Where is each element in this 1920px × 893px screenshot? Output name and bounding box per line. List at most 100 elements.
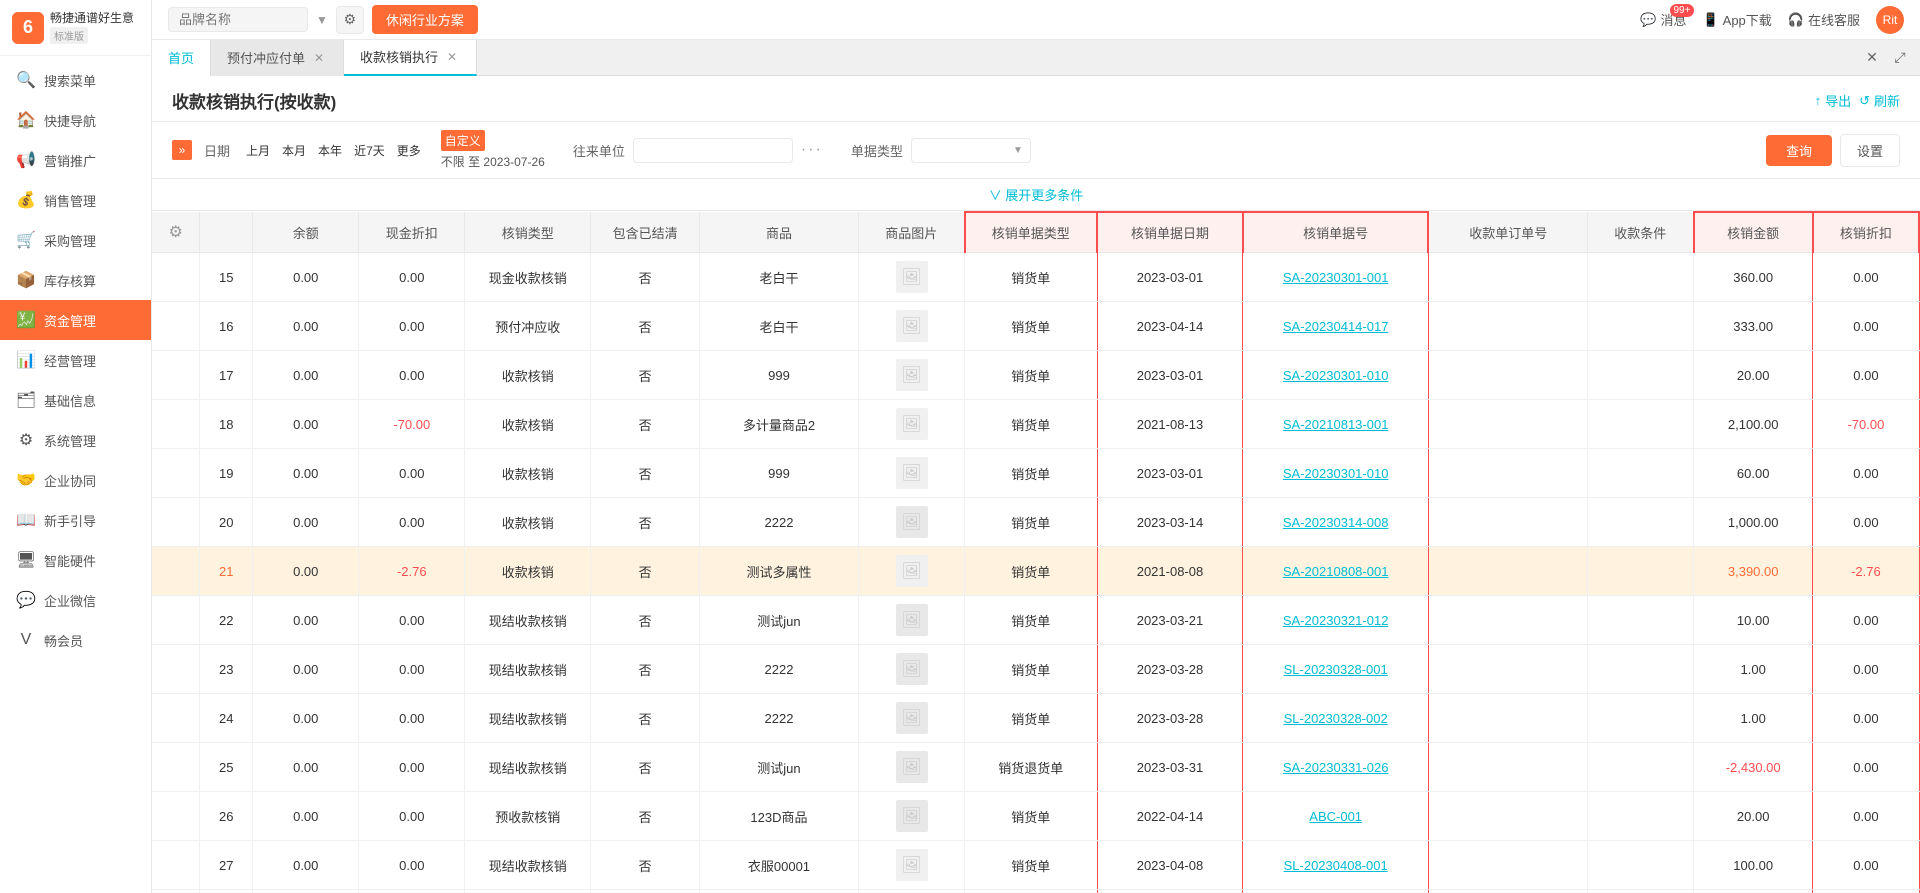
cell-balance: 0.00 — [253, 253, 359, 302]
cell-cancel_amount: 2,100.00 — [1694, 400, 1813, 449]
tab-prepay[interactable]: 预付冲应付单 ✕ — [211, 40, 344, 76]
cell-cancel_amount: 60.00 — [1694, 449, 1813, 498]
cell-cancel_amount: 100.00 — [1694, 890, 1813, 893]
cell-goods_img: 🖼 — [859, 498, 965, 547]
bill-no-link[interactable]: SA-20230414-017 — [1283, 319, 1389, 334]
expand-conditions-btn[interactable]: ∨ 展开更多条件 — [989, 185, 1084, 204]
dropdown-arrow[interactable]: ▼ — [316, 13, 328, 27]
table-row: 180.00-70.00收款核销否多计量商品2🖼销货单2021-08-13SA-… — [152, 400, 1919, 449]
message-badge: 99+ — [1670, 4, 1695, 17]
bill-no-link[interactable]: SA-20230321-012 — [1283, 613, 1389, 628]
cell-cash_discount: 0.00 — [359, 449, 465, 498]
cell-goods_img: 🖼 — [859, 449, 965, 498]
brand-input[interactable] — [168, 7, 308, 32]
sidebar-item-system[interactable]: ⚙系统管理 — [0, 420, 151, 460]
app-download-btn[interactable]: 📱 App下载 — [1702, 10, 1771, 29]
setting-button[interactable]: 设置 — [1840, 134, 1900, 167]
cell-goods: 123D商品 — [699, 792, 858, 841]
cell-bill_date: 2023-04-18 — [1097, 890, 1243, 893]
refresh-button[interactable]: ↺ 刷新 — [1859, 91, 1900, 110]
cell-bill_date: 2021-08-08 — [1097, 547, 1243, 596]
bill-no-link[interactable]: SL-20230408-001 — [1284, 858, 1388, 873]
date-btn-本月[interactable]: 本月 — [278, 140, 310, 161]
bill-no-link[interactable]: SA-20210808-001 — [1283, 564, 1389, 579]
user-avatar[interactable]: Rit — [1876, 6, 1904, 34]
cell-bill_type: 销货单 — [965, 645, 1098, 694]
date-btn-本年[interactable]: 本年 — [314, 140, 346, 161]
close-window-btn[interactable]: ✕ — [1860, 46, 1884, 70]
tab-close-prepay[interactable]: ✕ — [311, 50, 327, 66]
bill-no-link[interactable]: SA-20210813-001 — [1283, 417, 1389, 432]
service-btn[interactable]: 🎧 在线客服 — [1788, 10, 1860, 29]
sidebar-item-purchase[interactable]: 🛒采购管理 — [0, 220, 151, 260]
cell-included_settled: 否 — [591, 351, 700, 400]
query-button[interactable]: 查询 — [1766, 135, 1832, 166]
sidebar-item-base[interactable]: 🗂基础信息 — [0, 380, 151, 420]
col-header-cancel_type: 核销类型 — [465, 212, 591, 253]
sales-icon: 💰 — [16, 190, 36, 210]
bill-no-link[interactable]: SA-20230301-010 — [1283, 466, 1389, 481]
sidebar-item-quick-nav[interactable]: 🏠快捷导航 — [0, 100, 151, 140]
counterpart-dots[interactable]: ··· — [801, 141, 823, 159]
cell-goods: 测试jun — [699, 743, 858, 792]
cell-settings — [152, 253, 200, 302]
sidebar-item-hardware[interactable]: 🖥智能硬件 — [0, 540, 151, 580]
sidebar-item-operation[interactable]: 📊经营管理 — [0, 340, 151, 380]
cell-goods_img: 🖼 — [859, 547, 965, 596]
marketing-icon: 📢 — [16, 150, 36, 170]
bill-no-link[interactable]: ABC-001 — [1309, 809, 1362, 824]
counterpart-input[interactable] — [633, 138, 793, 163]
cell-balance: 0.00 — [253, 743, 359, 792]
col-header-bill_no: 核销单据号 — [1243, 212, 1429, 253]
cell-included_settled: 否 — [591, 498, 700, 547]
cell-cancel_amount: 360.00 — [1694, 253, 1813, 302]
sidebar-item-cooperation[interactable]: 🤝企业协同 — [0, 460, 151, 500]
date-btn-近7天[interactable]: 近7天 — [350, 140, 389, 161]
cell-cash_discount: -70.00 — [359, 400, 465, 449]
table-row: 240.000.00现结收款核销否2222🖼销货单2023-03-28SL-20… — [152, 694, 1919, 743]
date-btn-上月[interactable]: 上月 — [242, 140, 274, 161]
cell-bill_type: 销货单 — [965, 841, 1098, 890]
cell-included_settled: 否 — [591, 694, 700, 743]
tab-label-prepay: 预付冲应付单 — [227, 48, 305, 67]
sidebar-item-marketing[interactable]: 📢营销推广 — [0, 140, 151, 180]
settings-col-icon[interactable]: ⚙ — [168, 224, 182, 241]
bill-no-link[interactable]: SA-20230314-008 — [1283, 515, 1389, 530]
bill-no-link[interactable]: SA-20230301-010 — [1283, 368, 1389, 383]
maximize-btn[interactable]: ⤢ — [1888, 46, 1912, 70]
cell-cancel_discount: 0.00 — [1813, 596, 1919, 645]
cell-bill_type: 销货退货单 — [965, 743, 1098, 792]
expand-btn[interactable]: » — [172, 140, 192, 160]
sidebar-item-guide[interactable]: 📖新手引导 — [0, 500, 151, 540]
bill-no-link[interactable]: SL-20230328-002 — [1284, 711, 1388, 726]
cell-cancel_type: 收款核销 — [465, 351, 591, 400]
cell-bill_date: 2022-04-14 — [1097, 792, 1243, 841]
message-btn[interactable]: 💬 消息 99+ — [1640, 10, 1686, 29]
cell-bill_type: 销货单 — [965, 351, 1098, 400]
sidebar-item-search[interactable]: 🔍搜索菜单 — [0, 60, 151, 100]
bill-no-link[interactable]: SL-20230328-001 — [1284, 662, 1388, 677]
bill-type-select[interactable] — [911, 138, 1031, 163]
bill-no-link[interactable]: SA-20230331-026 — [1283, 760, 1389, 775]
topbar-right: 💬 消息 99+ 📱 App下载 🎧 在线客服 Rit — [1640, 6, 1904, 34]
settings-icon[interactable]: ⚙ — [336, 6, 364, 34]
sidebar-item-inventory[interactable]: 📦库存核算 — [0, 260, 151, 300]
cell-goods: 衣服00001 — [699, 841, 858, 890]
cell-goods_img: 🖼 — [859, 596, 965, 645]
custom-date-btn[interactable]: 自定义 — [441, 130, 485, 151]
cell-row_num: 21 — [200, 547, 253, 596]
sidebar-item-wechat[interactable]: 💬企业微信 — [0, 580, 151, 620]
tab-home[interactable]: 首页 — [152, 40, 211, 76]
tab-close-collect[interactable]: ✕ — [444, 49, 460, 65]
sidebar-item-member[interactable]: V畅会员 — [0, 620, 151, 660]
sidebar-item-sales[interactable]: 💰销售管理 — [0, 180, 151, 220]
tab-collect[interactable]: 收款核销执行✕ — [344, 40, 477, 76]
date-btn-更多[interactable]: 更多 — [393, 140, 425, 161]
cell-included_settled: 否 — [591, 792, 700, 841]
table-row: 270.000.00现结收款核销否衣服00001🖼销货单2023-04-08SL… — [152, 841, 1919, 890]
solution-button[interactable]: 休闲行业方案 — [372, 5, 478, 34]
bill-no-link[interactable]: SA-20230301-001 — [1283, 270, 1389, 285]
sidebar-item-finance[interactable]: 💹资金管理 — [0, 300, 151, 340]
cell-row_num: 16 — [200, 302, 253, 351]
export-button[interactable]: ↑ 导出 — [1815, 91, 1852, 110]
